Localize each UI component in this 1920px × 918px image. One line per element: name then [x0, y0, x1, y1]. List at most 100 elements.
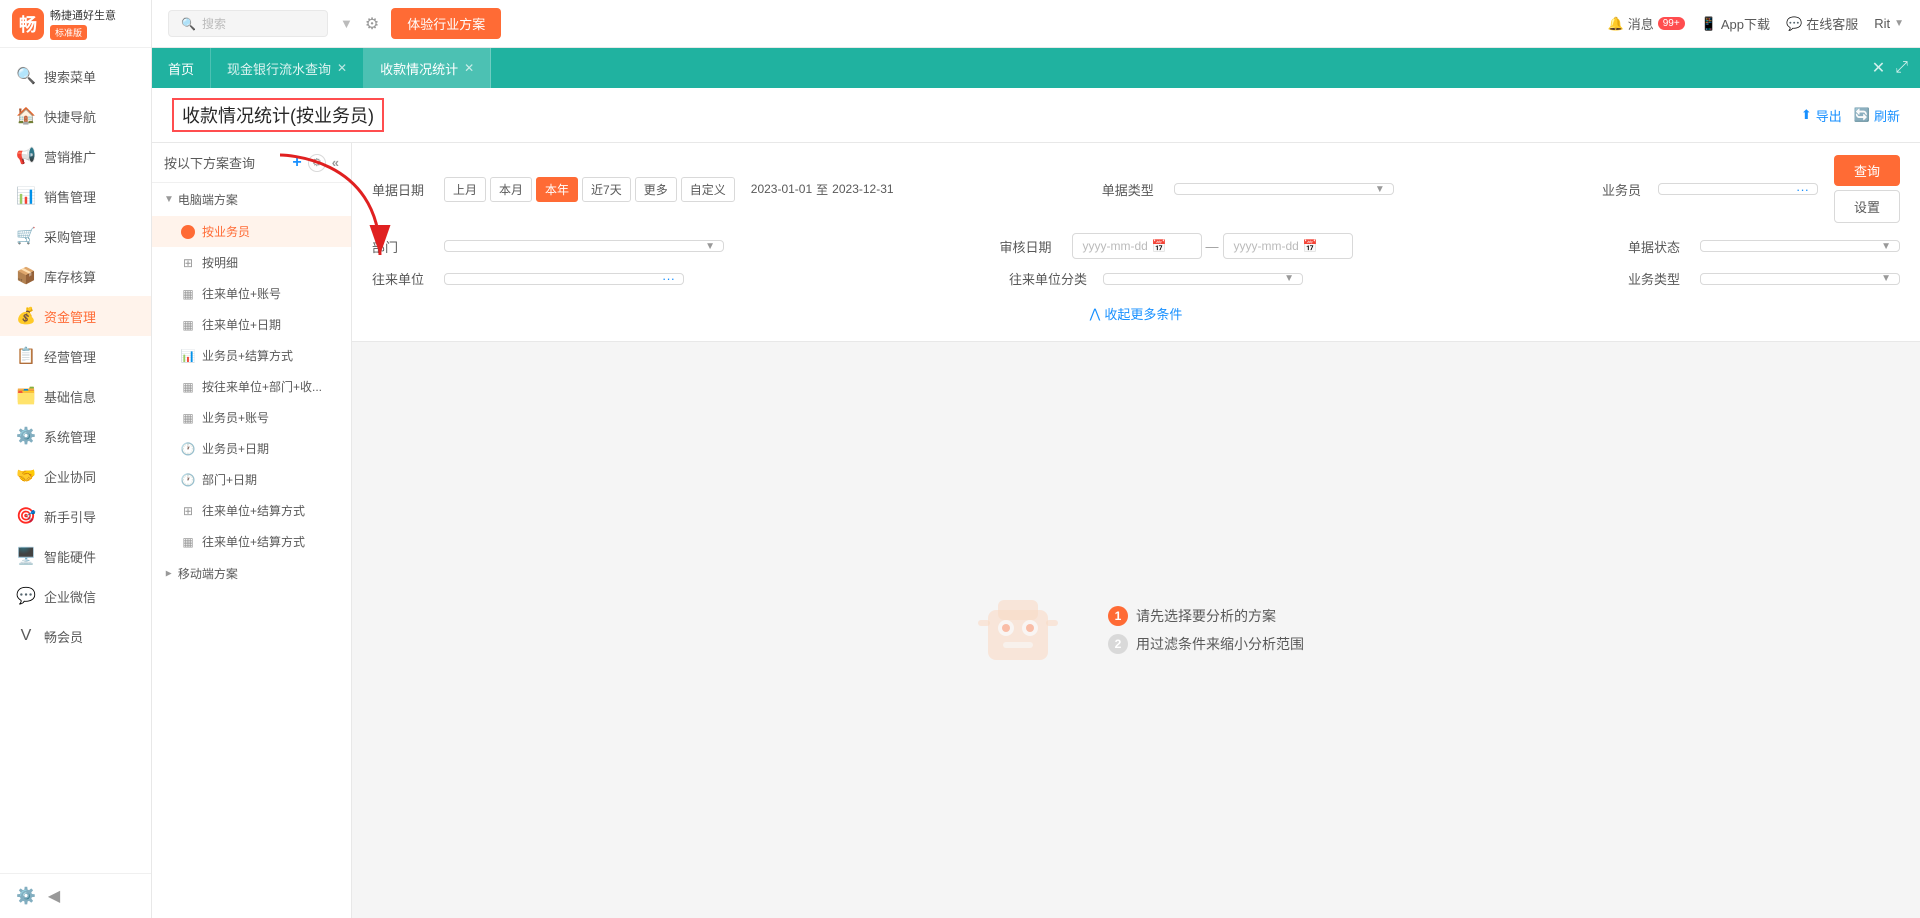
- counterpart-cat-chevron-icon: ▼: [1284, 273, 1294, 284]
- export-btn[interactable]: ⬆ 导出: [1801, 106, 1842, 125]
- by-salesman-icon: [180, 224, 196, 240]
- sidebar-item-basic-info[interactable]: 🗂️ 基础信息: [0, 376, 151, 416]
- scheme-item-label: 按业务员: [202, 223, 250, 240]
- footer-settings-icon[interactable]: ⚙️: [16, 886, 36, 906]
- support-icon: 💬: [1786, 16, 1802, 32]
- counterpart-cat-select[interactable]: ▼: [1103, 273, 1303, 285]
- query-button[interactable]: 查询: [1834, 155, 1900, 186]
- scheme-item-by-detail[interactable]: ⊞ 按明细: [152, 247, 351, 278]
- sidebar-footer: ⚙️ ◀: [0, 873, 151, 918]
- tabs-bar: 首页 现金银行流水查询 ✕ 收款情况统计 ✕ ✕ ⤢: [152, 48, 1920, 88]
- doc-type-select[interactable]: ▼: [1174, 183, 1394, 195]
- sidebar-item-inventory[interactable]: 📦 库存核算: [0, 256, 151, 296]
- scheme-item-label: 按往来单位+部门+收...: [202, 378, 322, 395]
- notification-icon: 🔔: [1608, 16, 1624, 32]
- sidebar-item-quick-nav[interactable]: 🏠 快捷导航: [0, 96, 151, 136]
- page-header-actions: ⬆ 导出 🔄 刷新: [1801, 106, 1900, 125]
- sidebar-item-label: 资金管理: [44, 307, 96, 326]
- scheme-item-salesman-date[interactable]: 🕐 业务员+日期: [152, 433, 351, 464]
- sidebar-item-finance[interactable]: 💰 资金管理: [0, 296, 151, 336]
- scheme-item-unit-settle2[interactable]: ▦ 往来单位+结算方式: [152, 526, 351, 557]
- date-label: 单据日期: [372, 180, 428, 199]
- app-download[interactable]: 📱 App下载: [1701, 14, 1770, 33]
- trial-btn[interactable]: 体验行业方案: [391, 8, 501, 39]
- sidebar-item-sales[interactable]: 📊 销售管理: [0, 176, 151, 216]
- scheme-settings-icon[interactable]: ⚙: [308, 154, 326, 172]
- sidebar-item-purchase[interactable]: 🛒 采购管理: [0, 216, 151, 256]
- scheme-item-unit-date[interactable]: ▦ 往来单位+日期: [152, 309, 351, 340]
- wechat-icon: 💬: [16, 586, 36, 606]
- desktop-scheme-group-header[interactable]: ▼ 电脑端方案: [152, 183, 351, 216]
- tab-bank-flow-close[interactable]: ✕: [337, 61, 347, 75]
- counterpart-input[interactable]: ···: [444, 273, 684, 285]
- counterpart-more-icon[interactable]: ···: [662, 271, 675, 286]
- tip-text-1: 请先选择要分析的方案: [1136, 606, 1276, 626]
- tip-num-2: 2: [1108, 634, 1128, 654]
- unit-account-icon: ▦: [180, 286, 196, 302]
- tab-collection-stats[interactable]: 收款情况统计 ✕: [364, 48, 491, 88]
- topbar-search[interactable]: 🔍 搜索: [168, 10, 328, 37]
- scheme-item-unit-dept[interactable]: ▦ 按往来单位+部门+收...: [152, 371, 351, 402]
- footer-collapse-icon[interactable]: ◀: [48, 886, 60, 906]
- sidebar-item-search-menu[interactable]: 🔍 搜索菜单: [0, 56, 151, 96]
- date-btn-last-month[interactable]: 上月: [444, 177, 486, 202]
- biz-type-label: 业务类型: [1628, 269, 1684, 288]
- scheme-item-by-salesman[interactable]: 按业务员: [152, 216, 351, 247]
- dept-select[interactable]: ▼: [444, 240, 724, 252]
- sidebar-item-smart-hw[interactable]: 🖥️ 智能硬件: [0, 536, 151, 576]
- collapse-icon: ⋀: [1090, 306, 1101, 322]
- sidebar-item-operations[interactable]: 📋 经营管理: [0, 336, 151, 376]
- sidebar-item-label: 智能硬件: [44, 547, 96, 566]
- add-scheme-icon[interactable]: +: [292, 154, 301, 172]
- sidebar-item-member[interactable]: V 畅会员: [0, 616, 151, 656]
- date-btn-last-7days[interactable]: 近7天: [582, 177, 631, 202]
- window-close-btn[interactable]: ✕: [1872, 58, 1885, 78]
- settings-button[interactable]: 设置: [1834, 190, 1900, 223]
- dept-chevron-icon: ▼: [705, 241, 715, 252]
- sidebar-item-wechat[interactable]: 💬 企业微信: [0, 576, 151, 616]
- date-btn-custom[interactable]: 自定义: [681, 177, 735, 202]
- salesman-input[interactable]: ···: [1658, 183, 1818, 195]
- sidebar-item-label: 营销推广: [44, 147, 96, 166]
- tab-collection-stats-close[interactable]: ✕: [464, 61, 474, 75]
- sidebar-item-marketing[interactable]: 📢 营销推广: [0, 136, 151, 176]
- scheme-item-unit-settle1[interactable]: ⊞ 往来单位+结算方式: [152, 495, 351, 526]
- mobile-scheme-group-header[interactable]: ▼ 移动端方案: [152, 557, 351, 590]
- collapse-more-btn[interactable]: ⋀ 收起更多条件: [372, 298, 1900, 329]
- filter-row-3: 往来单位 ··· 往来单位分类 ▼ 业务类型 ▼: [372, 269, 1900, 288]
- notifications[interactable]: 🔔 消息 99+: [1608, 14, 1685, 33]
- online-support[interactable]: 💬 在线客服: [1786, 14, 1858, 33]
- date-btn-more[interactable]: 更多: [635, 177, 677, 202]
- refresh-btn[interactable]: 🔄 刷新: [1854, 106, 1900, 125]
- date-btn-this-year[interactable]: 本年: [536, 177, 578, 202]
- tab-collection-stats-label: 收款情况统计: [380, 59, 458, 78]
- audit-date-from[interactable]: yyyy-mm-dd 📅: [1072, 233, 1202, 259]
- left-panel-collapse-icon[interactable]: «: [332, 155, 339, 170]
- doc-status-select[interactable]: ▼: [1700, 240, 1900, 252]
- audit-date-to[interactable]: yyyy-mm-dd 📅: [1223, 233, 1353, 259]
- enterprise-icon: 🤝: [16, 466, 36, 486]
- tab-home-label: 首页: [168, 59, 194, 78]
- sidebar-item-system[interactable]: ⚙️ 系统管理: [0, 416, 151, 456]
- audit-date-separator: —: [1206, 239, 1219, 254]
- scheme-item-unit-account[interactable]: ▦ 往来单位+账号: [152, 278, 351, 309]
- tab-bank-flow[interactable]: 现金银行流水查询 ✕: [211, 48, 364, 88]
- user-account[interactable]: Rit ▼: [1874, 16, 1904, 31]
- sidebar-item-guide[interactable]: 🎯 新手引导: [0, 496, 151, 536]
- sidebar-item-enterprise[interactable]: 🤝 企业协同: [0, 456, 151, 496]
- scheme-item-salesman-settle[interactable]: 📊 业务员+结算方式: [152, 340, 351, 371]
- topbar-gear-icon[interactable]: ⚙: [365, 14, 379, 34]
- biz-type-select[interactable]: ▼: [1700, 273, 1900, 285]
- scheme-item-label: 业务员+日期: [202, 440, 269, 457]
- tab-home[interactable]: 首页: [152, 48, 211, 88]
- unit-settle1-icon: ⊞: [180, 503, 196, 519]
- window-maximize-btn[interactable]: ⤢: [1895, 59, 1908, 77]
- salesman-more-icon[interactable]: ···: [1796, 182, 1809, 197]
- page-title: 收款情况统计(按业务员): [172, 98, 384, 132]
- date-btn-this-month[interactable]: 本月: [490, 177, 532, 202]
- scheme-item-dept-date[interactable]: 🕐 部门+日期: [152, 464, 351, 495]
- breadcrumb-separator: ▼: [340, 16, 353, 31]
- dept-date-icon: 🕐: [180, 472, 196, 488]
- scheme-item-salesman-account[interactable]: ▦ 业务员+账号: [152, 402, 351, 433]
- sidebar-item-label: 基础信息: [44, 387, 96, 406]
